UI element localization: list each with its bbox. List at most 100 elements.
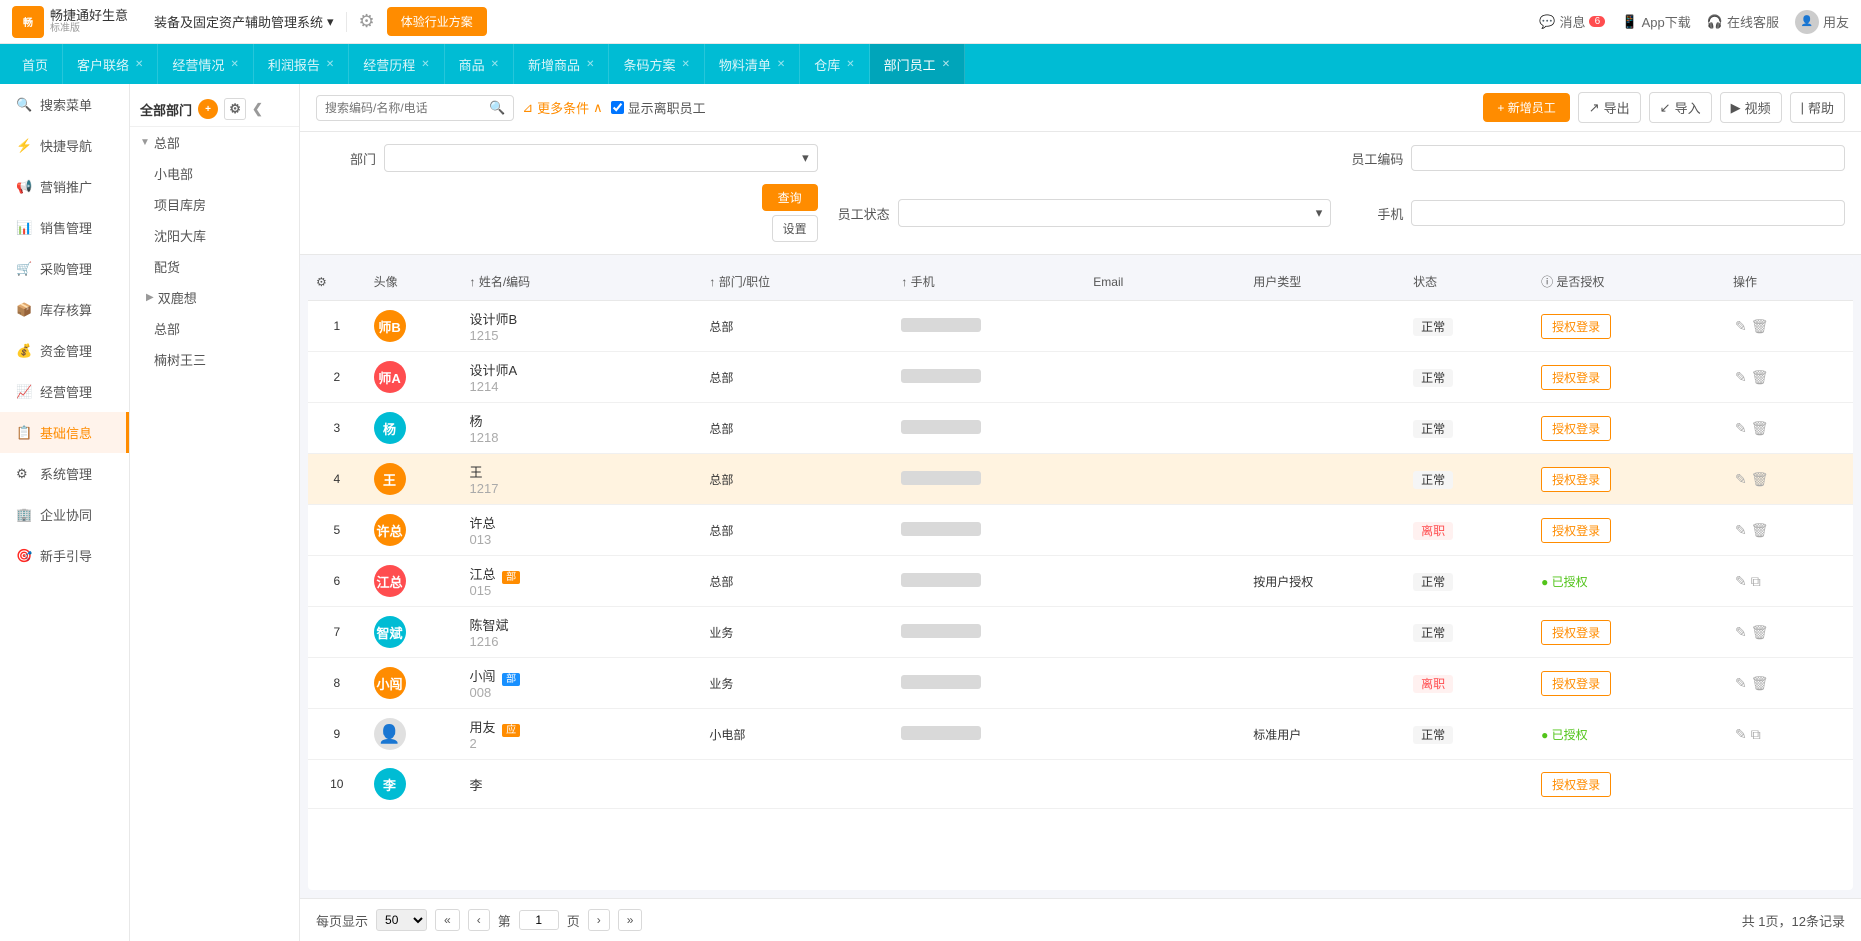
last-page-btn[interactable]: » bbox=[618, 909, 643, 931]
tab-profit[interactable]: 利润报告 ✕ bbox=[254, 44, 349, 84]
tab-goods[interactable]: 商品 ✕ bbox=[445, 44, 514, 84]
system-name[interactable]: 装备及固定资产辅助管理系统 ▾ bbox=[154, 12, 334, 31]
sidebar-item-sales[interactable]: 📊 销售管理 bbox=[0, 207, 129, 248]
row-usertype bbox=[1245, 301, 1405, 352]
sidebar-item-corp[interactable]: 🏢 企业协同 bbox=[0, 494, 129, 535]
purchase-icon: 🛒 bbox=[16, 261, 32, 277]
sidebar-item-inventory[interactable]: 📦 库存核算 bbox=[0, 289, 129, 330]
edit-btn[interactable]: ✎ bbox=[1735, 624, 1747, 640]
tab-history[interactable]: 经营历程 ✕ bbox=[349, 44, 444, 84]
delete-btn[interactable]: 🗑 bbox=[1751, 675, 1769, 691]
more-filter-btn[interactable]: ⊿ 更多条件 ∧ bbox=[522, 98, 602, 117]
sidebar-item-search[interactable]: 🔍 搜索菜单 bbox=[0, 84, 129, 125]
setting-btn[interactable]: 设置 bbox=[772, 215, 818, 242]
phone-input[interactable] bbox=[1411, 200, 1845, 226]
settings-icon[interactable]: ⚙ bbox=[359, 11, 375, 32]
tab-bom[interactable]: 物料清单 ✕ bbox=[705, 44, 800, 84]
dept-item-zongbu-child[interactable]: 总部 bbox=[130, 313, 299, 344]
th-dept[interactable]: ↑ 部门/职位 bbox=[701, 263, 893, 301]
sidebar-item-basic[interactable]: 📋 基础信息 bbox=[0, 412, 129, 453]
message-badge: 6 bbox=[1589, 16, 1605, 27]
delete-btn[interactable]: 🗑 bbox=[1751, 624, 1769, 640]
dept-item-shuangluxiang[interactable]: ▶ 双鹿想 bbox=[130, 282, 299, 313]
row-status: 正常 bbox=[1405, 301, 1533, 352]
edit-btn[interactable]: ✎ bbox=[1735, 522, 1747, 538]
dept-label: 部门 bbox=[316, 149, 376, 168]
import-btn[interactable]: ↙ 导入 bbox=[1649, 92, 1712, 123]
export-btn[interactable]: ↗ 导出 bbox=[1578, 92, 1641, 123]
add-employee-btn[interactable]: + 新增员工 bbox=[1483, 93, 1569, 122]
th-phone[interactable]: ↑ 手机 bbox=[893, 263, 1085, 301]
edit-btn[interactable]: ✎ bbox=[1735, 318, 1747, 334]
dept-tree-collapse-btn[interactable]: ❮ bbox=[252, 101, 263, 117]
online-service-btn[interactable]: 🎧 在线客服 bbox=[1707, 12, 1779, 31]
help-btn[interactable]: | 帮助 bbox=[1790, 92, 1845, 123]
app-download-btn[interactable]: 📱 App下载 bbox=[1621, 12, 1690, 31]
edit-btn[interactable]: ✎ bbox=[1735, 573, 1747, 589]
user-avatar[interactable]: 👤 用友 bbox=[1795, 10, 1849, 34]
copy-btn[interactable]: ⧉ bbox=[1751, 573, 1761, 589]
search-btn[interactable]: 🔍 bbox=[489, 100, 505, 116]
video-btn[interactable]: ▶ 视频 bbox=[1720, 92, 1782, 123]
tab-operation[interactable]: 经营情况 ✕ bbox=[158, 44, 253, 84]
page-input[interactable] bbox=[519, 910, 559, 930]
dept-item-peihuo[interactable]: 配货 bbox=[130, 251, 299, 282]
operations-icon: 📈 bbox=[16, 384, 32, 400]
prev-page-btn[interactable]: ‹ bbox=[468, 909, 490, 931]
search-input[interactable] bbox=[325, 101, 485, 115]
dept-select[interactable]: ▾ bbox=[384, 144, 818, 172]
sidebar-item-system[interactable]: ⚙ 系统管理 bbox=[0, 453, 129, 494]
dept-item-xiaodian[interactable]: 小电部 bbox=[130, 158, 299, 189]
edit-btn[interactable]: ✎ bbox=[1735, 369, 1747, 385]
delete-btn[interactable]: 🗑 bbox=[1751, 318, 1769, 334]
page-label2: 页 bbox=[567, 911, 580, 930]
th-name[interactable]: ↑ 姓名/编码 bbox=[462, 263, 702, 301]
sidebar-item-purchase[interactable]: 🛒 采购管理 bbox=[0, 248, 129, 289]
delete-btn[interactable]: 🗑 bbox=[1751, 369, 1769, 385]
tab-customer[interactable]: 客户联络 ✕ bbox=[63, 44, 158, 84]
table-row: 10 李 李 授权登录 bbox=[308, 760, 1853, 809]
status-select[interactable]: ▾ bbox=[898, 199, 1332, 227]
dept-item-shenyang[interactable]: 沈阳大库 bbox=[130, 220, 299, 251]
employee-table: ⚙ 头像 ↑ 姓名/编码 ↑ 部门/职位 ↑ 手机 Email 用户类型 状态 … bbox=[308, 263, 1853, 809]
copy-btn[interactable]: ⧉ bbox=[1751, 726, 1761, 742]
row-email bbox=[1085, 301, 1245, 352]
dept-tree-header: 全部部门 + ⚙ ❮ bbox=[130, 92, 299, 127]
tab-addgoods[interactable]: 新增商品 ✕ bbox=[514, 44, 609, 84]
edit-btn[interactable]: ✎ bbox=[1735, 726, 1747, 742]
toolbar-right: + 新增员工 ↗ 导出 ↙ 导入 ▶ 视频 | 帮助 bbox=[1483, 92, 1845, 123]
message-btn[interactable]: 💬 消息 6 bbox=[1539, 12, 1605, 31]
first-page-btn[interactable]: « bbox=[435, 909, 460, 931]
edit-btn[interactable]: ✎ bbox=[1735, 471, 1747, 487]
tab-employees[interactable]: 部门员工 ✕ bbox=[870, 44, 965, 84]
dept-settings-btn[interactable]: ⚙ bbox=[224, 98, 246, 120]
trial-button[interactable]: 体验行业方案 bbox=[387, 7, 487, 36]
dept-item-xiangmu[interactable]: 项目库房 bbox=[130, 189, 299, 220]
sidebar-item-quicknav[interactable]: ⚡ 快捷导航 bbox=[0, 125, 129, 166]
pagination-info: 共 1页，12条记录 bbox=[1742, 911, 1845, 930]
tab-warehouse[interactable]: 仓库 ✕ bbox=[800, 44, 869, 84]
sidebar-item-operations[interactable]: 📈 经营管理 bbox=[0, 371, 129, 412]
resigned-checkbox-input[interactable] bbox=[611, 101, 624, 114]
sidebar-item-finance[interactable]: 💰 资金管理 bbox=[0, 330, 129, 371]
query-btn[interactable]: 查询 bbox=[762, 184, 818, 211]
per-page-select[interactable]: 50 100 200 bbox=[376, 909, 427, 931]
dept-item-nanshu[interactable]: 楠树王三 bbox=[130, 344, 299, 375]
tab-home[interactable]: 首页 bbox=[8, 44, 63, 84]
edit-btn[interactable]: ✎ bbox=[1735, 420, 1747, 436]
sidebar-item-guide[interactable]: 🎯 新手引导 bbox=[0, 535, 129, 576]
filter-icon: ⊿ bbox=[522, 100, 533, 116]
dept-item-zongbu-parent[interactable]: ▼ 总部 bbox=[130, 127, 299, 158]
delete-btn[interactable]: 🗑 bbox=[1751, 471, 1769, 487]
th-settings[interactable]: ⚙ bbox=[308, 263, 366, 301]
edit-btn[interactable]: ✎ bbox=[1735, 675, 1747, 691]
logo-area: 畅 畅捷通好生意 标准版 bbox=[12, 6, 142, 38]
next-page-btn[interactable]: › bbox=[588, 909, 610, 931]
show-resigned-checkbox[interactable]: 显示离职员工 bbox=[611, 98, 706, 117]
delete-btn[interactable]: 🗑 bbox=[1751, 522, 1769, 538]
dept-add-btn[interactable]: + bbox=[198, 99, 218, 119]
delete-btn[interactable]: 🗑 bbox=[1751, 420, 1769, 436]
empcode-input[interactable] bbox=[1411, 145, 1845, 171]
sidebar-item-marketing[interactable]: 📢 营销推广 bbox=[0, 166, 129, 207]
tab-barcode[interactable]: 条码方案 ✕ bbox=[609, 44, 704, 84]
